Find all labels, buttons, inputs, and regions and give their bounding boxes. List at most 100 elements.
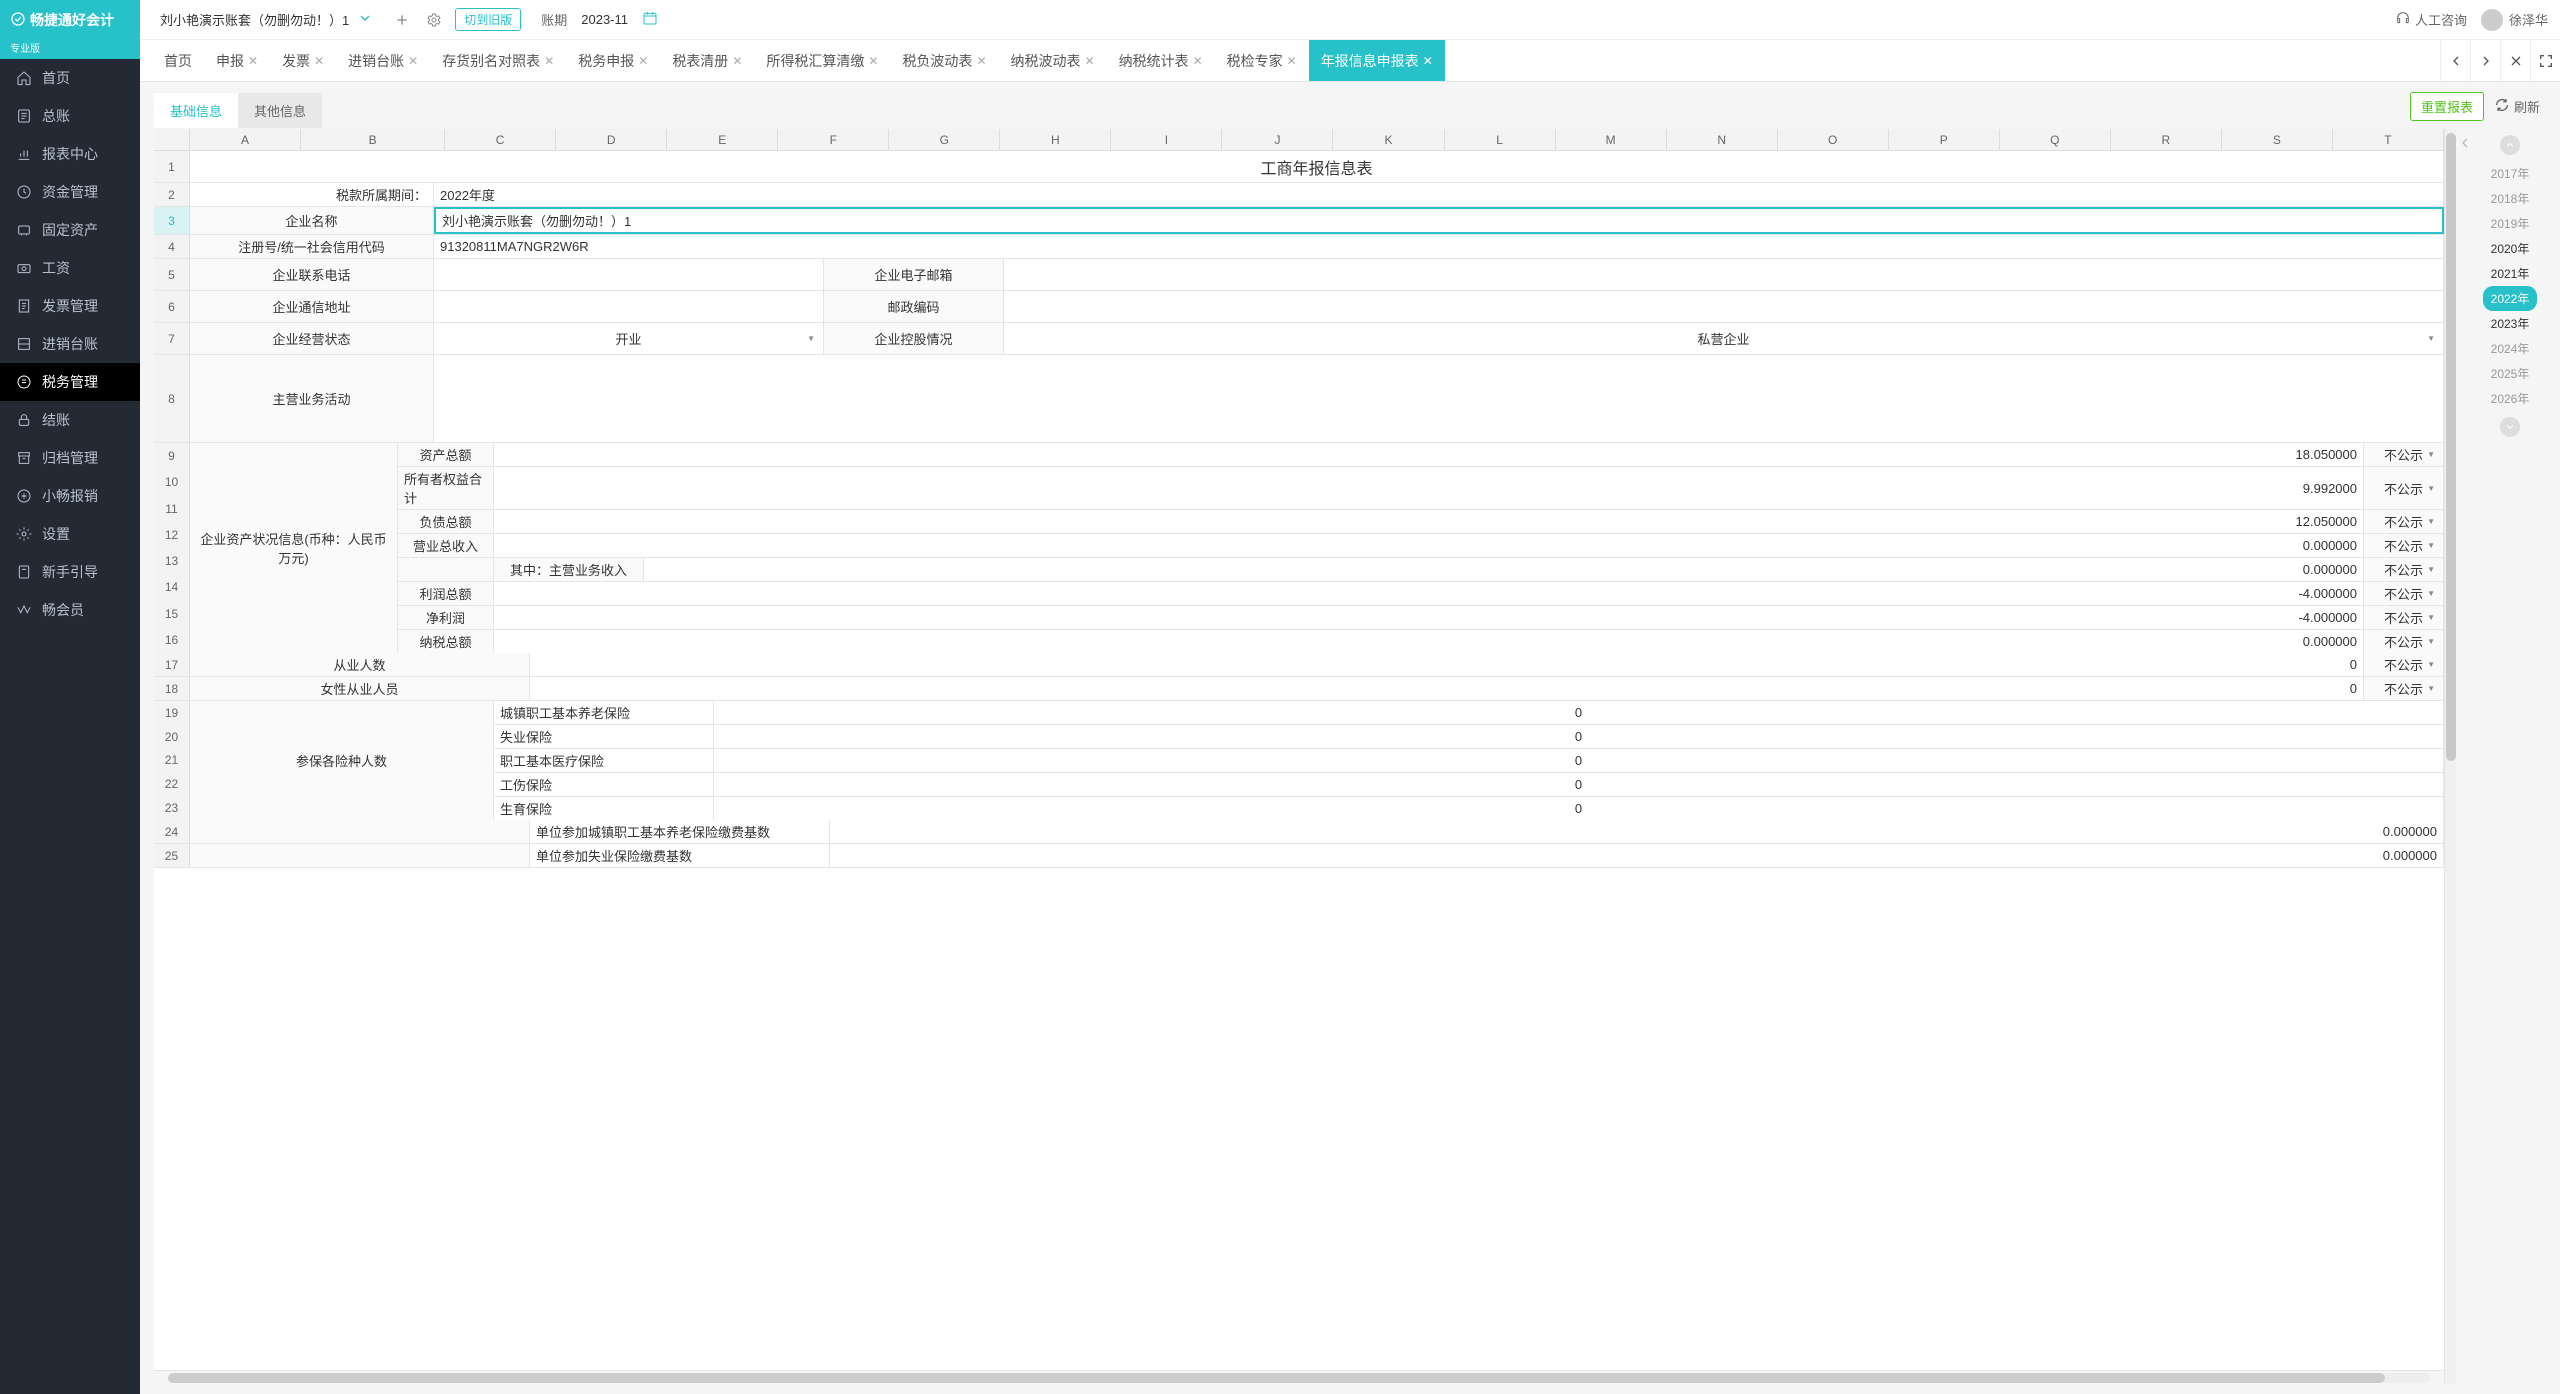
sidebar-item-6[interactable]: 发票管理 bbox=[0, 287, 140, 325]
publish-dropdown[interactable]: 不公示 bbox=[2364, 606, 2444, 629]
publish-dropdown[interactable]: 不公示 bbox=[2364, 510, 2444, 533]
row-header[interactable]: 10 bbox=[154, 469, 190, 495]
addr-value[interactable] bbox=[434, 291, 824, 322]
asset-row-value[interactable]: 0.000000 bbox=[494, 534, 2364, 557]
tab-11[interactable]: 税检专家✕ bbox=[1215, 40, 1309, 81]
subtab-other-info[interactable]: 其他信息 bbox=[238, 93, 322, 128]
row-header[interactable]: 1 bbox=[154, 151, 190, 182]
row-header[interactable]: 21 bbox=[154, 749, 190, 773]
column-header[interactable]: B bbox=[301, 129, 445, 150]
tab-5[interactable]: 税务申报✕ bbox=[566, 40, 660, 81]
horizontal-scrollbar[interactable] bbox=[154, 1370, 2444, 1384]
tabs-close-button[interactable] bbox=[2500, 40, 2530, 82]
row-header[interactable]: 12 bbox=[154, 522, 190, 548]
column-header[interactable]: G bbox=[889, 129, 1000, 150]
row-header[interactable]: 11 bbox=[154, 496, 190, 522]
status-dropdown[interactable]: 开业 bbox=[434, 323, 824, 354]
tab-0[interactable]: 首页 bbox=[152, 40, 204, 81]
column-header[interactable]: J bbox=[1222, 129, 1333, 150]
sidebar-item-7[interactable]: 进销台账 bbox=[0, 325, 140, 363]
year-option[interactable]: 2020年 bbox=[2483, 236, 2538, 261]
subtab-basic-info[interactable]: 基础信息 bbox=[154, 93, 238, 128]
row-header[interactable]: 2 bbox=[154, 183, 190, 206]
grid-body[interactable]: 1 工商年报信息表 2 税款所属期间： 2022年度 3 bbox=[154, 151, 2444, 1370]
vertical-scrollbar[interactable] bbox=[2444, 129, 2456, 1384]
tab-4[interactable]: 存货别名对照表✕ bbox=[430, 40, 566, 81]
asset-row-value[interactable]: 0.000000 bbox=[494, 630, 2364, 653]
close-icon[interactable]: ✕ bbox=[1085, 54, 1095, 68]
column-header[interactable]: D bbox=[556, 129, 667, 150]
row-header[interactable]: 6 bbox=[154, 291, 190, 322]
tabs-next-button[interactable] bbox=[2470, 40, 2500, 82]
close-icon[interactable]: ✕ bbox=[976, 54, 986, 68]
holding-dropdown[interactable]: 私营企业 bbox=[1004, 323, 2444, 354]
reg-no-value[interactable]: 91320811MA7NGR2W6R bbox=[434, 235, 2444, 258]
close-icon[interactable]: ✕ bbox=[248, 54, 258, 68]
phone-value[interactable] bbox=[434, 259, 824, 290]
row-header[interactable]: 20 bbox=[154, 725, 190, 749]
close-icon[interactable]: ✕ bbox=[868, 54, 878, 68]
base-value[interactable]: 0.000000 bbox=[830, 820, 2444, 843]
tab-6[interactable]: 税表清册✕ bbox=[660, 40, 754, 81]
calendar-icon[interactable] bbox=[642, 10, 658, 29]
base-value[interactable]: 0.000000 bbox=[830, 844, 2444, 867]
publish-dropdown[interactable]: 不公示 bbox=[2364, 534, 2444, 557]
close-icon[interactable]: ✕ bbox=[408, 54, 418, 68]
postal-value[interactable] bbox=[1004, 291, 2444, 322]
insurance-value[interactable]: 0 bbox=[714, 773, 2444, 796]
tabs-prev-button[interactable] bbox=[2440, 40, 2470, 82]
row-header[interactable]: 25 bbox=[154, 844, 190, 867]
row-header[interactable]: 23 bbox=[154, 796, 190, 820]
row-header[interactable]: 9 bbox=[154, 443, 190, 469]
column-header[interactable]: P bbox=[1889, 129, 2000, 150]
year-option[interactable]: 2021年 bbox=[2483, 261, 2538, 286]
insurance-value[interactable]: 0 bbox=[714, 701, 2444, 724]
close-icon[interactable]: ✕ bbox=[314, 54, 324, 68]
insurance-value[interactable]: 0 bbox=[714, 797, 2444, 820]
close-icon[interactable]: ✕ bbox=[1423, 54, 1433, 68]
sidebar-item-11[interactable]: 小畅报销 bbox=[0, 477, 140, 515]
sidebar-item-0[interactable]: 首页 bbox=[0, 59, 140, 97]
column-header[interactable]: R bbox=[2111, 129, 2222, 150]
close-icon[interactable]: ✕ bbox=[732, 54, 742, 68]
column-header[interactable]: C bbox=[445, 129, 556, 150]
column-header[interactable]: M bbox=[1556, 129, 1667, 150]
row-header[interactable]: 24 bbox=[154, 820, 190, 843]
year-next-button[interactable] bbox=[2500, 417, 2520, 437]
publish-dropdown[interactable]: 不公示 bbox=[2364, 558, 2444, 581]
close-icon[interactable]: ✕ bbox=[1287, 54, 1297, 68]
period-value-cell[interactable]: 2022年度 bbox=[434, 183, 2444, 206]
employees-value[interactable]: 0 bbox=[530, 653, 2364, 676]
female-value[interactable]: 0 bbox=[530, 677, 2364, 700]
asset-row-value[interactable]: 9.992000 bbox=[494, 467, 2364, 509]
sidebar-item-5[interactable]: 工资 bbox=[0, 249, 140, 287]
row-header[interactable]: 7 bbox=[154, 323, 190, 354]
row-header[interactable]: 13 bbox=[154, 548, 190, 574]
column-header[interactable]: K bbox=[1333, 129, 1444, 150]
tab-8[interactable]: 税负波动表✕ bbox=[890, 40, 998, 81]
publish-dropdown[interactable]: 不公示 bbox=[2364, 582, 2444, 605]
tab-12[interactable]: 年报信息申报表✕ bbox=[1309, 40, 1445, 81]
row-header[interactable]: 17 bbox=[154, 653, 190, 676]
sidebar-item-3[interactable]: 资金管理 bbox=[0, 173, 140, 211]
column-header[interactable]: L bbox=[1445, 129, 1556, 150]
row-header[interactable]: 14 bbox=[154, 574, 190, 600]
tab-7[interactable]: 所得税汇算清缴✕ bbox=[754, 40, 890, 81]
sidebar-item-14[interactable]: 畅会员 bbox=[0, 591, 140, 629]
settings-button[interactable] bbox=[423, 9, 445, 31]
row-header[interactable]: 5 bbox=[154, 259, 190, 290]
collapse-year-panel-button[interactable] bbox=[2457, 135, 2473, 154]
switch-old-version-button[interactable]: 切到旧版 bbox=[455, 8, 521, 31]
column-header[interactable]: A bbox=[190, 129, 301, 150]
row-header[interactable]: 22 bbox=[154, 772, 190, 796]
user-menu[interactable]: 徐泽华 bbox=[2481, 9, 2548, 31]
company-name-input[interactable]: 刘小艳演示账套（勿删勿动！）1 bbox=[434, 207, 2444, 234]
column-header[interactable]: Q bbox=[2000, 129, 2111, 150]
sidebar-item-12[interactable]: 设置 bbox=[0, 515, 140, 553]
publish-dropdown[interactable]: 不公示 bbox=[2364, 677, 2444, 700]
column-header[interactable]: T bbox=[2333, 129, 2444, 150]
sidebar-item-2[interactable]: 报表中心 bbox=[0, 135, 140, 173]
tab-9[interactable]: 纳税波动表✕ bbox=[999, 40, 1107, 81]
column-header[interactable]: N bbox=[1667, 129, 1778, 150]
row-header[interactable]: 3 bbox=[154, 207, 190, 234]
